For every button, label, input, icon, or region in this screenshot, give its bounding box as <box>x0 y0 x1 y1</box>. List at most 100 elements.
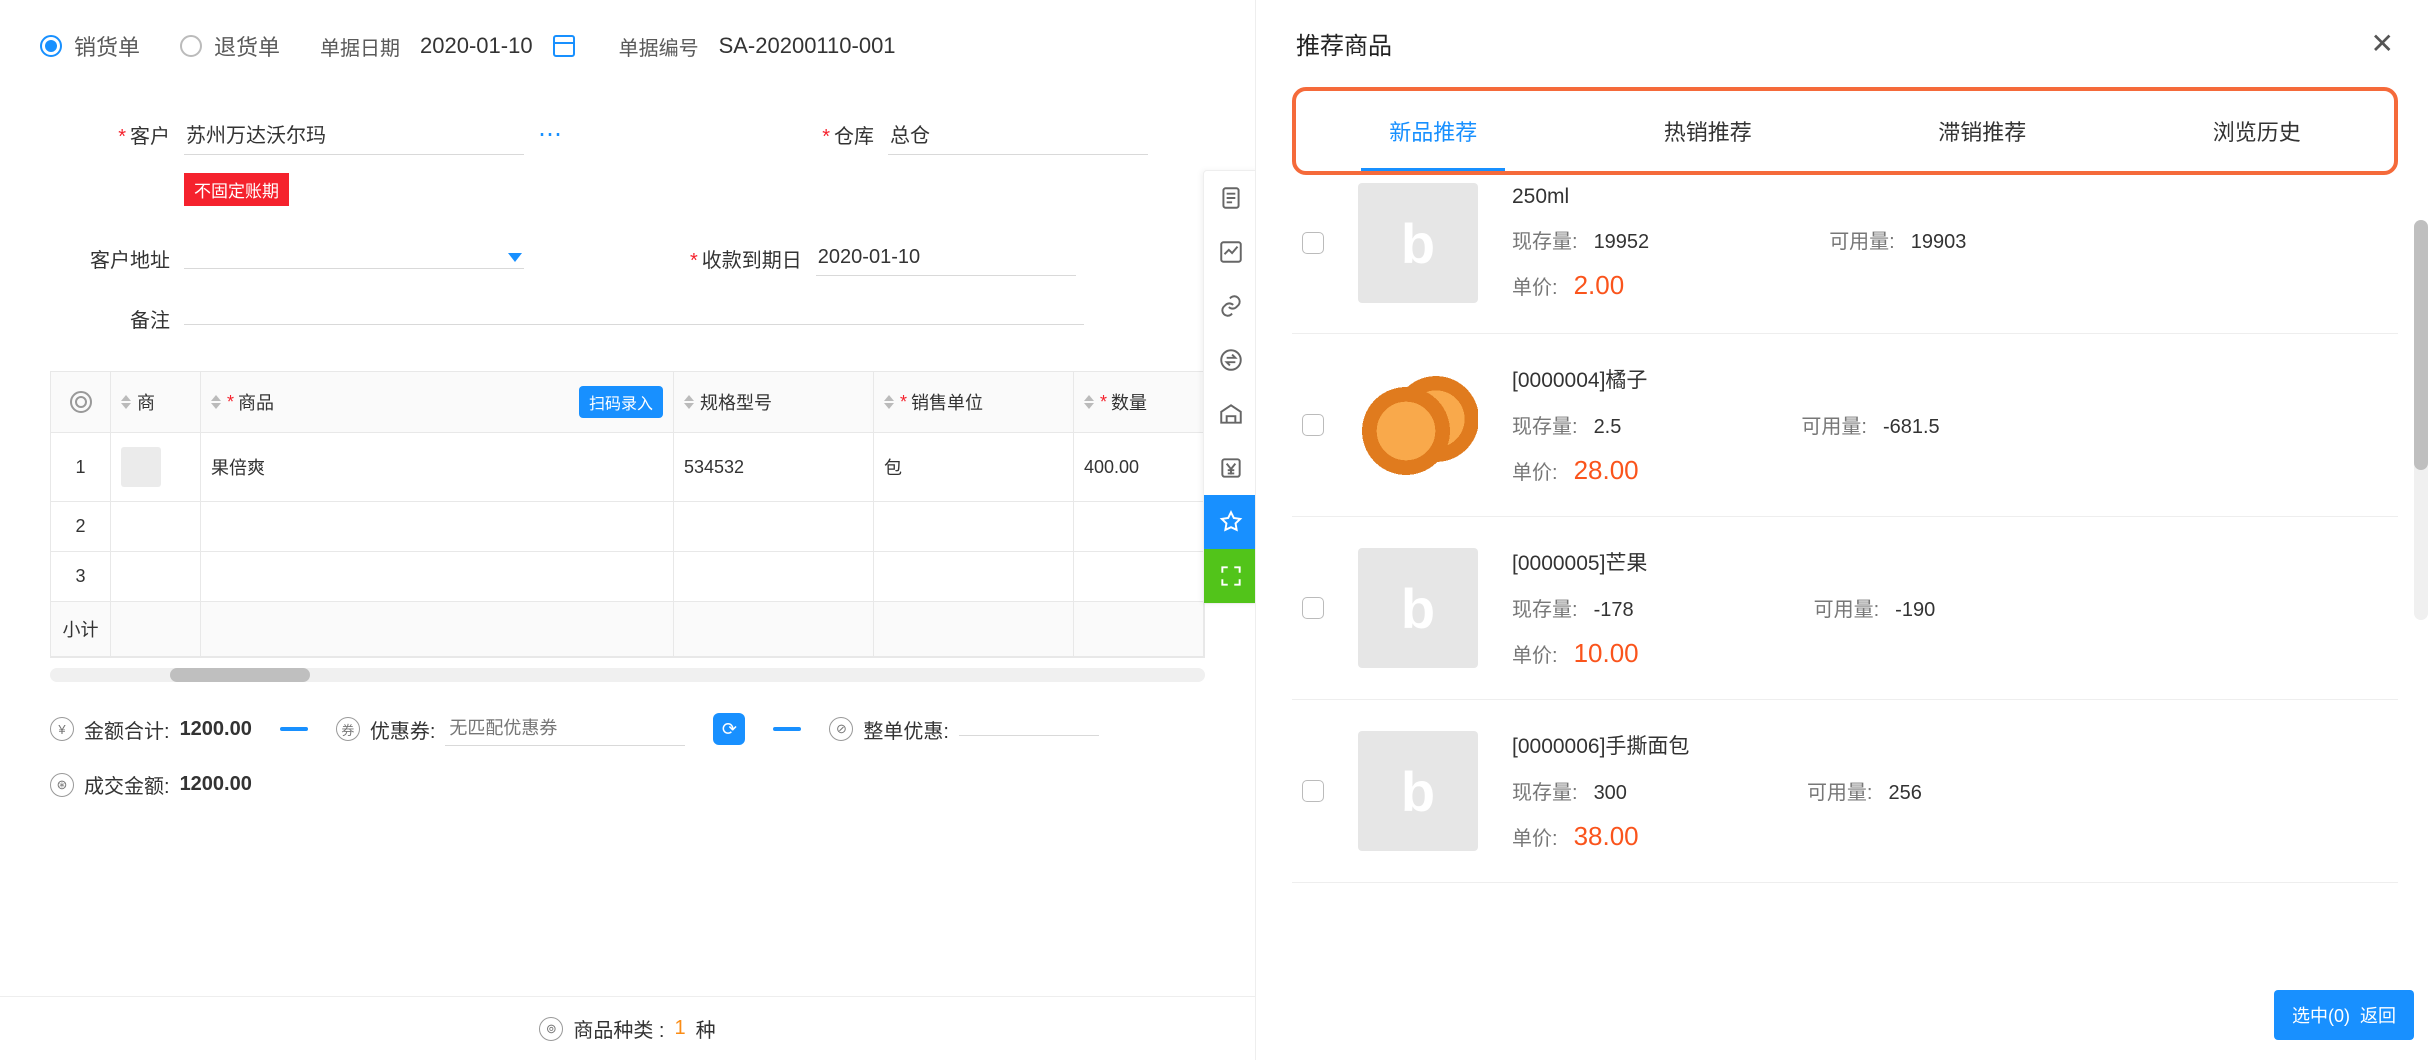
remark-input[interactable] <box>184 312 1084 325</box>
remark-label: 备注 <box>60 304 170 333</box>
item-avail: 256 <box>1889 782 1922 804</box>
product-image-icon <box>1358 365 1478 485</box>
footer-summary: ⊚ 商品种类 : 1 种 <box>0 996 1255 1060</box>
minus-icon <box>773 727 801 731</box>
side-chart-icon[interactable] <box>1204 225 1258 279</box>
side-fullscreen-icon[interactable] <box>1204 549 1258 603</box>
item-checkbox[interactable] <box>1302 597 1324 619</box>
table-hscrollbar[interactable] <box>50 668 1205 682</box>
discount-icon: ⊘ <box>829 717 853 741</box>
sort-icon <box>211 395 221 409</box>
customer-input[interactable]: 苏州万达沃尔玛 <box>184 113 524 155</box>
recommend-list[interactable]: b 250ml 现存量:19952 可用量:19903 单价:2.00 [000… <box>1256 175 2434 1060</box>
deal-value: 1200.00 <box>180 773 252 796</box>
sort-icon <box>1084 395 1094 409</box>
sort-icon <box>684 395 694 409</box>
list-item[interactable]: b [0000005]芒果 现存量:-178 可用量:-190 单价:10.00 <box>1292 517 2398 700</box>
item-checkbox[interactable] <box>1302 232 1324 254</box>
item-avail: -190 <box>1895 599 1935 621</box>
selected-count-label: 选中(0) <box>2292 1002 2350 1028</box>
sort-icon <box>121 395 131 409</box>
discount-label: 整单优惠: <box>863 715 949 744</box>
side-warehouse-icon[interactable] <box>1204 387 1258 441</box>
doc-no-label: 单据编号 <box>619 32 699 61</box>
not-fixed-period-tag: 不固定账期 <box>184 173 289 206</box>
tab-sales-order[interactable]: 销货单 <box>40 30 140 62</box>
list-item[interactable]: b 250ml 现存量:19952 可用量:19903 单价:2.00 <box>1292 175 2398 334</box>
warehouse-input[interactable]: 总仓 <box>888 113 1148 155</box>
ellipsis-icon[interactable]: ⋯ <box>538 120 564 149</box>
table-row[interactable]: 3 <box>51 552 1204 602</box>
item-stock: -178 <box>1594 599 1634 621</box>
doc-type-tabs: 销货单 退货单 单据日期 2020-01-10 单据编号 SA-20200110… <box>0 10 1255 83</box>
address-select[interactable] <box>184 247 524 269</box>
tab-new-recommend[interactable]: 新品推荐 <box>1361 97 1505 165</box>
side-exchange-icon[interactable] <box>1204 333 1258 387</box>
col-unit[interactable]: *销售单位 <box>874 372 1074 433</box>
doc-meta: 单据日期 2020-01-10 单据编号 SA-20200110-001 <box>320 32 896 61</box>
tab-sales-label: 销货单 <box>74 30 140 62</box>
side-link-icon[interactable] <box>1204 279 1258 333</box>
item-price: 10.00 <box>1574 638 1639 668</box>
product-thumb-icon <box>121 447 161 487</box>
tab-slow-recommend[interactable]: 滞销推荐 <box>1910 97 2054 165</box>
kind-value: 1 <box>675 1017 686 1040</box>
calendar-icon[interactable] <box>553 35 575 57</box>
list-item[interactable]: b [0000006]手撕面包 现存量:300 可用量:256 单价:38.00 <box>1292 700 2398 883</box>
coupon-input[interactable] <box>445 712 685 746</box>
col-product[interactable]: *商品扫码录入 <box>201 372 674 433</box>
due-date-input[interactable]: 2020-01-10 <box>816 240 1076 276</box>
item-price: 2.00 <box>1574 270 1625 300</box>
item-price: 38.00 <box>1574 821 1639 851</box>
back-label: 返回 <box>2360 1002 2396 1028</box>
yen-icon: ¥ <box>50 717 74 741</box>
scan-entry-button[interactable]: 扫码录入 <box>579 386 663 418</box>
item-avail: 19903 <box>1911 231 1967 253</box>
item-checkbox[interactable] <box>1302 780 1324 802</box>
tab-browse-history[interactable]: 浏览历史 <box>2185 97 2329 165</box>
item-avail: -681.5 <box>1883 416 1940 438</box>
panel-title: 推荐商品 <box>1296 26 1392 61</box>
side-toolbar <box>1203 170 1259 604</box>
doc-no-value: SA-20200110-001 <box>719 33 896 59</box>
list-item[interactable]: [0000004]橘子 现存量:2.5 可用量:-681.5 单价:28.00 <box>1292 334 2398 517</box>
col-qty[interactable]: *数量 <box>1074 372 1204 433</box>
tab-return-order[interactable]: 退货单 <box>180 30 280 62</box>
coupon-label: 优惠券: <box>370 715 436 744</box>
deal-icon: ⊛ <box>50 773 74 797</box>
refresh-button[interactable]: ⟳ <box>713 713 745 745</box>
product-image-placeholder-icon: b <box>1358 183 1478 303</box>
item-price: 28.00 <box>1574 455 1639 485</box>
tab-hot-recommend[interactable]: 热销推荐 <box>1636 97 1780 165</box>
line-items-table: 商 *商品扫码录入 规格型号 *销售单位 *数量 1 果倍爽 534532 包 … <box>50 371 1205 658</box>
subtotal-row: 小计 <box>51 602 1204 657</box>
item-title: [0000005]芒果 <box>1512 547 2388 577</box>
item-title: [0000004]橘子 <box>1512 364 2388 394</box>
side-doc-icon[interactable] <box>1204 171 1258 225</box>
table-row[interactable]: 1 果倍爽 534532 包 400.00 <box>51 433 1204 502</box>
due-date-label: 收款到期日 <box>702 250 802 272</box>
table-row[interactable]: 2 <box>51 502 1204 552</box>
selected-return-button[interactable]: 选中(0) 返回 <box>2274 990 2414 1040</box>
totals-row: ¥金额合计:1200.00 券优惠券: ⟳ ⊘整单优惠: <box>0 702 1255 756</box>
kind-label: 商品种类 : <box>573 1014 664 1043</box>
radio-return-icon <box>180 35 202 57</box>
address-label: 客户地址 <box>60 244 170 273</box>
warehouse-label: 仓库 <box>834 126 874 148</box>
discount-input[interactable] <box>959 723 1099 736</box>
side-yen-icon[interactable] <box>1204 441 1258 495</box>
item-title: [0000006]手撕面包 <box>1512 730 2388 760</box>
doc-date-value[interactable]: 2020-01-10 <box>420 33 533 59</box>
side-star-icon[interactable] <box>1204 495 1258 549</box>
item-checkbox[interactable] <box>1302 414 1324 436</box>
item-stock: 2.5 <box>1594 416 1622 438</box>
item-title: 250ml <box>1512 185 2388 209</box>
close-icon[interactable]: ✕ <box>2371 27 2394 60</box>
col-prod-thumb[interactable]: 商 <box>111 372 201 433</box>
customer-label: 客户 <box>130 126 170 148</box>
panel-vscrollbar[interactable] <box>2414 220 2428 620</box>
col-settings[interactable] <box>51 372 111 433</box>
item-stock: 19952 <box>1594 231 1650 253</box>
col-spec[interactable]: 规格型号 <box>674 372 874 433</box>
radio-sales-icon <box>40 35 62 57</box>
